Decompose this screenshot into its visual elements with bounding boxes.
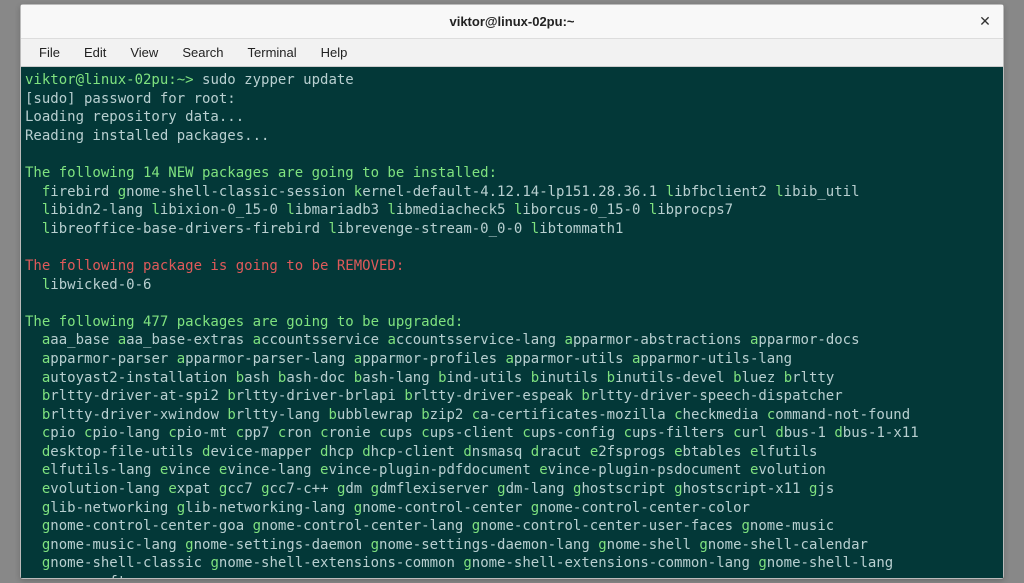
menubar: FileEditViewSearchTerminalHelp xyxy=(21,39,1003,67)
window-title: viktor@linux-02pu:~ xyxy=(449,14,574,29)
menu-file[interactable]: File xyxy=(29,41,70,64)
menu-edit[interactable]: Edit xyxy=(74,41,116,64)
menu-terminal[interactable]: Terminal xyxy=(238,41,307,64)
terminal-line: gnome-control-center-goa gnome-control-c… xyxy=(25,517,999,536)
terminal-window: viktor@linux-02pu:~ ✕ FileEditViewSearch… xyxy=(20,4,1004,579)
terminal-output[interactable]: viktor@linux-02pu:~> sudo zypper update[… xyxy=(21,67,1003,578)
terminal-line: The following 477 packages are going to … xyxy=(25,313,999,332)
terminal-line: The following package is going to be REM… xyxy=(25,257,999,276)
terminal-line: autoyast2-installation bash bash-doc bas… xyxy=(25,369,999,388)
terminal-line: The following 14 NEW packages are going … xyxy=(25,164,999,183)
terminal-line: cpio cpio-lang cpio-mt cpp7 cron cronie … xyxy=(25,424,999,443)
close-icon[interactable]: ✕ xyxy=(975,11,995,31)
terminal-line xyxy=(25,238,999,257)
menu-search[interactable]: Search xyxy=(172,41,233,64)
menu-view[interactable]: View xyxy=(120,41,168,64)
terminal-line: aaa_base aaa_base-extras accountsservice… xyxy=(25,331,999,350)
terminal-line: apparmor-parser apparmor-parser-lang app… xyxy=(25,350,999,369)
terminal-line: elfutils-lang evince evince-lang evince-… xyxy=(25,461,999,480)
terminal-line: firebird gnome-shell-classic-session ker… xyxy=(25,183,999,202)
titlebar: viktor@linux-02pu:~ ✕ xyxy=(21,5,1003,39)
terminal-line: brltty-driver-at-spi2 brltty-driver-brla… xyxy=(25,387,999,406)
terminal-line: desktop-file-utils device-mapper dhcp dh… xyxy=(25,443,999,462)
terminal-line: libwicked-0-6 xyxy=(25,276,999,295)
terminal-line xyxy=(25,294,999,313)
terminal-line: gnome-shell-classic gnome-shell-extensio… xyxy=(25,554,999,573)
terminal-line: glib-networking glib-networking-lang gno… xyxy=(25,499,999,518)
terminal-line: Reading installed packages... xyxy=(25,127,999,146)
terminal-line: libreoffice-base-drivers-firebird librev… xyxy=(25,220,999,239)
terminal-line: gnome-software xyxy=(25,573,999,578)
menu-help[interactable]: Help xyxy=(311,41,358,64)
terminal-line: viktor@linux-02pu:~> sudo zypper update xyxy=(25,71,999,90)
terminal-line: gnome-music-lang gnome-settings-daemon g… xyxy=(25,536,999,555)
terminal-line: evolution-lang expat gcc7 gcc7-c++ gdm g… xyxy=(25,480,999,499)
terminal-line: libidn2-lang libixion-0_15-0 libmariadb3… xyxy=(25,201,999,220)
terminal-line xyxy=(25,145,999,164)
terminal-line: Loading repository data... xyxy=(25,108,999,127)
terminal-line: brltty-driver-xwindow brltty-lang bubble… xyxy=(25,406,999,425)
terminal-line: [sudo] password for root: xyxy=(25,90,999,109)
